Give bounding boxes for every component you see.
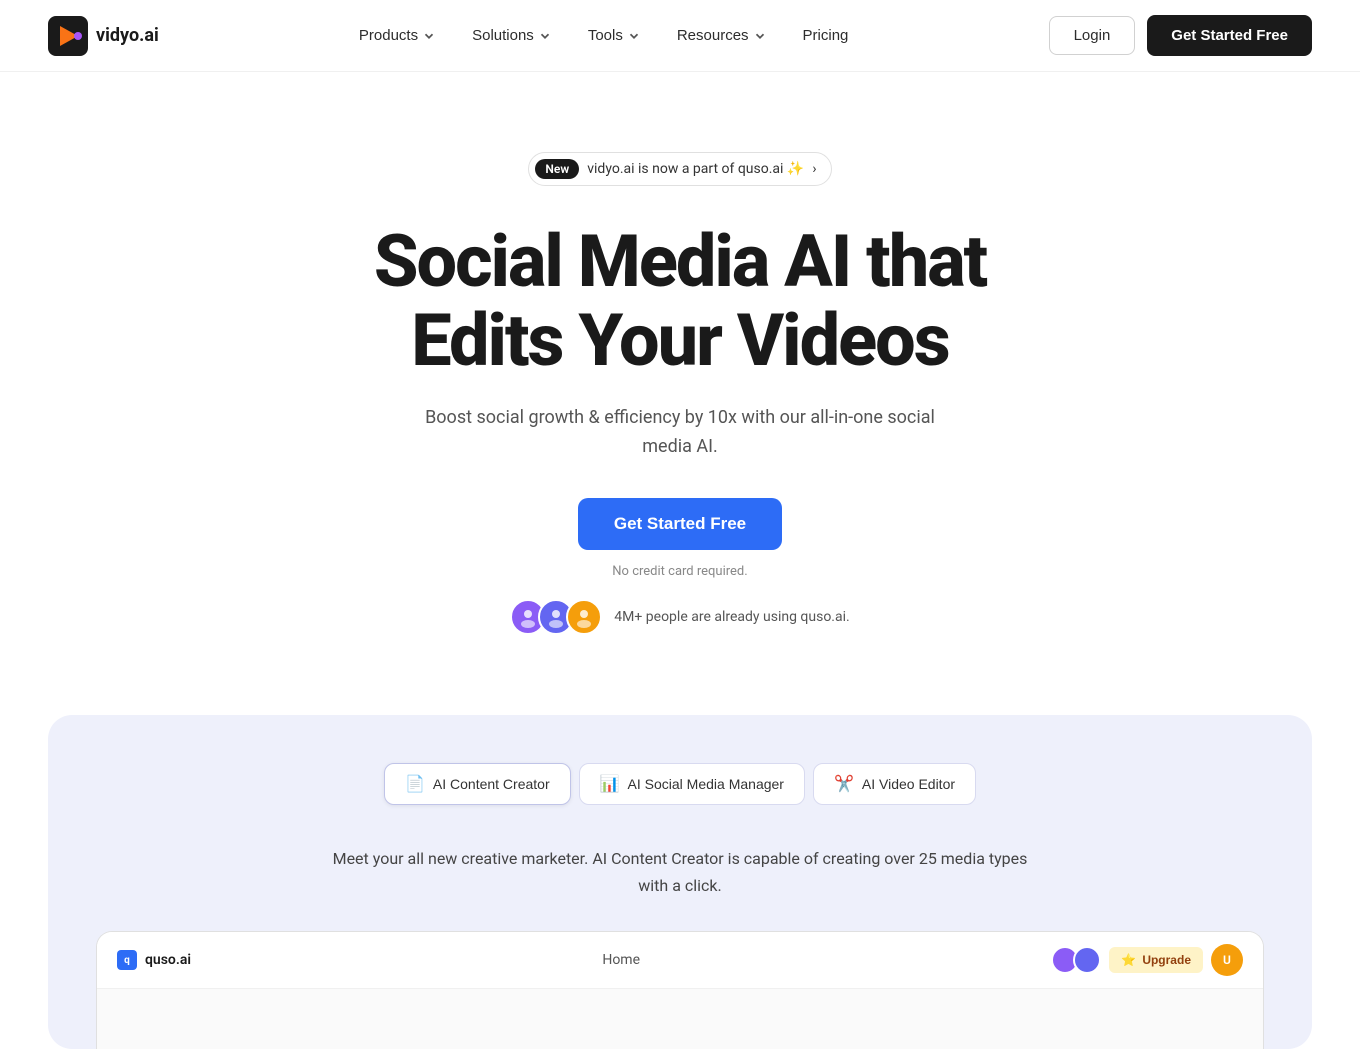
demo-tab-video-editor[interactable]: ✂️ AI Video Editor: [813, 763, 976, 805]
demo-section: 📄 AI Content Creator 📊 AI Social Media M…: [48, 715, 1312, 1049]
demo-tabs: 📄 AI Content Creator 📊 AI Social Media M…: [96, 763, 1264, 805]
demo-description: Meet your all new creative marketer. AI …: [320, 845, 1040, 899]
logo-icon: [48, 16, 88, 56]
hero-section: New vidyo.ai is now a part of quso.ai ✨ …: [0, 72, 1360, 695]
nav-tools[interactable]: Tools: [572, 19, 657, 52]
header-actions: Login Get Started Free: [1049, 15, 1312, 56]
social-proof: 4M+ people are already using quso.ai.: [510, 599, 849, 635]
chevron-down-icon: [538, 29, 552, 43]
login-button[interactable]: Login: [1049, 16, 1136, 55]
social-media-icon: 📊: [600, 774, 620, 794]
hero-cta-button[interactable]: Get Started Free: [578, 498, 782, 550]
hero-title: Social Media AI that Edits Your Videos: [374, 222, 986, 380]
demo-tab-content-creator[interactable]: 📄 AI Content Creator: [384, 763, 571, 805]
nav-products[interactable]: Products: [343, 19, 452, 52]
no-credit-text: No credit card required.: [612, 564, 747, 579]
upgrade-star-icon: ⭐: [1121, 953, 1136, 967]
main-nav: Products Solutions Tools Resources Prici…: [343, 19, 865, 52]
app-preview: q quso.ai Home ⭐ Upgrade U: [96, 931, 1264, 1049]
announcement-bar[interactable]: New vidyo.ai is now a part of quso.ai ✨ …: [528, 152, 831, 186]
video-editor-icon: ✂️: [834, 774, 854, 794]
announcement-badge: New: [535, 159, 579, 179]
demo-tab-social-media[interactable]: 📊 AI Social Media Manager: [579, 763, 805, 805]
header: vidyo.ai Products Solutions Tools Resour…: [0, 0, 1360, 72]
app-preview-header: q quso.ai Home ⭐ Upgrade U: [97, 932, 1263, 989]
hero-subtitle: Boost social growth & efficiency by 10x …: [400, 404, 960, 462]
app-upgrade-button[interactable]: ⭐ Upgrade: [1109, 947, 1203, 973]
nav-resources[interactable]: Resources: [661, 19, 783, 52]
logo[interactable]: vidyo.ai: [48, 16, 159, 56]
app-header-right: ⭐ Upgrade U: [1051, 944, 1243, 976]
social-proof-text: 4M+ people are already using quso.ai.: [614, 609, 849, 625]
app-avatar-2: [1073, 946, 1101, 974]
app-main-avatar: U: [1211, 944, 1243, 976]
announcement-text: vidyo.ai is now a part of quso.ai ✨: [587, 161, 804, 177]
app-user-avatars: [1051, 946, 1101, 974]
header-cta-button[interactable]: Get Started Free: [1147, 15, 1312, 56]
user-avatars: [510, 599, 602, 635]
app-logo-icon: q: [117, 950, 137, 970]
app-logo: q quso.ai: [117, 950, 191, 970]
logo-text: vidyo.ai: [96, 25, 159, 46]
app-content-area: [97, 989, 1263, 1049]
avatar-3: [566, 599, 602, 635]
chevron-down-icon: [753, 29, 767, 43]
app-nav-home[interactable]: Home: [590, 946, 652, 974]
nav-pricing[interactable]: Pricing: [787, 19, 865, 52]
chevron-down-icon: [422, 29, 436, 43]
announcement-arrow: ›: [812, 161, 816, 177]
nav-solutions[interactable]: Solutions: [456, 19, 568, 52]
content-creator-icon: 📄: [405, 774, 425, 794]
chevron-down-icon: [627, 29, 641, 43]
